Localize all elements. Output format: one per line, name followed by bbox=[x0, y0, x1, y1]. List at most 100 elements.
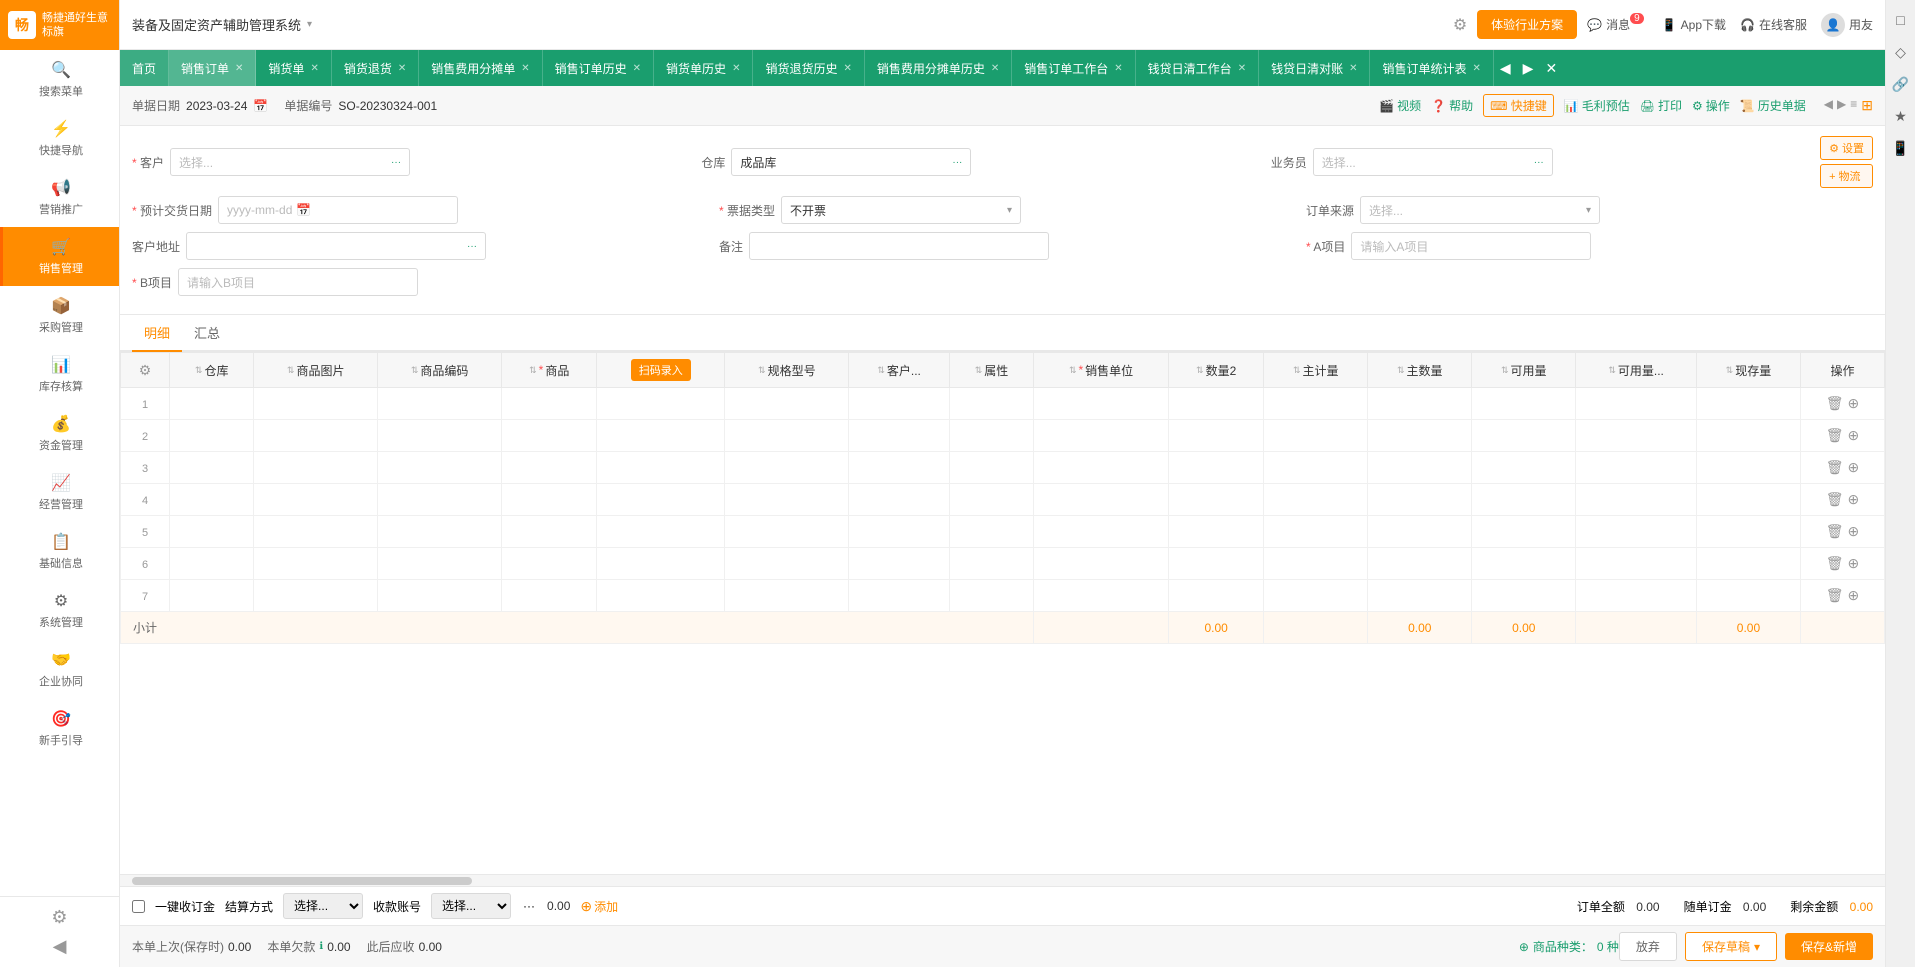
tab-close-icon[interactable]: ✕ bbox=[991, 63, 999, 74]
delete-row-btn[interactable]: 🗑 bbox=[1826, 523, 1844, 540]
copy-row-btn[interactable]: ⊕ bbox=[1848, 491, 1860, 508]
copy-row-btn[interactable]: ⊕ bbox=[1848, 555, 1860, 572]
nav-prev-btn[interactable]: ◀ bbox=[1824, 97, 1833, 114]
balance-info-icon[interactable]: ℹ bbox=[319, 941, 323, 952]
topbar-dropdown-icon[interactable]: ▾ bbox=[307, 19, 312, 30]
col-header-settings[interactable]: ⚙ bbox=[121, 353, 170, 388]
a-project-input[interactable]: 请输入A项目 bbox=[1351, 232, 1591, 260]
sidebar-item-资金管理[interactable]: 💰资金管理 bbox=[0, 404, 119, 463]
tab-close-icon[interactable]: ✕ bbox=[633, 63, 641, 74]
sidebar-item-采购管理[interactable]: 📦采购管理 bbox=[0, 286, 119, 345]
sidebar-item-系统管理[interactable]: ⚙系统管理 bbox=[0, 581, 119, 640]
nav-next-btn[interactable]: ▶ bbox=[1837, 97, 1846, 114]
sort-icon[interactable]: ⇅ bbox=[1726, 365, 1734, 376]
salesperson-input[interactable]: 选择... ··· bbox=[1313, 148, 1553, 176]
tab-nav-prev[interactable]: ◀ bbox=[1494, 60, 1517, 77]
video-btn[interactable]: 🎬视频 bbox=[1379, 97, 1421, 114]
settings-side-btn[interactable]: ⚙ 设置 bbox=[1820, 136, 1873, 160]
quick-payment-checkbox[interactable] bbox=[132, 900, 145, 913]
sort-icon[interactable]: ⇅ bbox=[1069, 365, 1077, 376]
topbar-gear-icon[interactable]: ⚙ bbox=[1453, 15, 1467, 35]
sidebar-item-营销推广[interactable]: 📢营销推广 bbox=[0, 168, 119, 227]
sidebar-item-新手引导[interactable]: 🎯新手引导 bbox=[0, 699, 119, 758]
warehouse-input[interactable]: 成品库 ··· bbox=[731, 148, 971, 176]
sidebar-settings-btn[interactable]: ⚙ bbox=[51, 907, 67, 928]
right-panel-btn-3[interactable]: 🔗 bbox=[1889, 72, 1913, 96]
cell-operations[interactable]: 🗑⊕ bbox=[1800, 548, 1884, 580]
col-settings-icon[interactable]: ⚙ bbox=[139, 362, 152, 378]
cell-operations[interactable]: 🗑⊕ bbox=[1800, 388, 1884, 420]
tab-4[interactable]: 销售费用分摊单✕ bbox=[419, 50, 542, 86]
sort-icon[interactable]: ⇅ bbox=[287, 365, 295, 376]
date-calendar-icon[interactable]: 📅 bbox=[253, 99, 268, 113]
sidebar-item-经营管理[interactable]: 📈经营管理 bbox=[0, 463, 119, 522]
cell-operations[interactable]: 🗑⊕ bbox=[1800, 484, 1884, 516]
tab-11[interactable]: 钱贷日清对账✕ bbox=[1259, 50, 1370, 86]
sort-icon[interactable]: ⇅ bbox=[1608, 365, 1616, 376]
tab-6[interactable]: 销货单历史✕ bbox=[654, 50, 753, 86]
list-view-btn[interactable]: ≡ bbox=[1850, 97, 1857, 114]
bank-select[interactable]: 选择... bbox=[431, 893, 511, 919]
operations-btn[interactable]: ⚙操作 bbox=[1692, 97, 1730, 114]
sort-icon[interactable]: ⇅ bbox=[1397, 365, 1405, 376]
tab-close-icon[interactable]: ✕ bbox=[521, 63, 529, 74]
scan-btn[interactable]: 扫码录入 bbox=[631, 359, 691, 381]
sort-icon[interactable]: ⇅ bbox=[1196, 365, 1204, 376]
sort-icon[interactable]: ⇅ bbox=[529, 365, 537, 376]
col-header-scan[interactable]: 扫码录入 bbox=[597, 353, 725, 388]
app-download-btn[interactable]: 📱 App下载 bbox=[1662, 16, 1726, 33]
delete-row-btn[interactable]: 🗑 bbox=[1826, 459, 1844, 476]
sort-icon[interactable]: ⇅ bbox=[1293, 365, 1301, 376]
detail-tab-汇总[interactable]: 汇总 bbox=[182, 315, 232, 352]
notifications-btn[interactable]: 💬 消息 9 bbox=[1587, 16, 1648, 33]
copy-row-btn[interactable]: ⊕ bbox=[1848, 523, 1860, 540]
sidebar-collapse-btn[interactable]: ◀ bbox=[53, 936, 67, 957]
cell-operations[interactable]: 🗑⊕ bbox=[1800, 516, 1884, 548]
logistics-side-btn[interactable]: + 物流 bbox=[1820, 164, 1873, 188]
tab-1[interactable]: 销售订单✕ bbox=[169, 50, 256, 86]
tab-close-icon[interactable]: ✕ bbox=[843, 63, 851, 74]
delete-row-btn[interactable]: 🗑 bbox=[1826, 395, 1844, 412]
save-draft-arrow[interactable]: ▾ bbox=[1754, 940, 1760, 954]
customer-input[interactable]: 选择... ··· bbox=[170, 148, 410, 176]
save-draft-btn[interactable]: 保存草稿 ▾ bbox=[1685, 932, 1777, 961]
tab-close-icon[interactable]: ✕ bbox=[235, 63, 243, 74]
tab-0[interactable]: 首页 bbox=[120, 50, 169, 86]
order-source-input[interactable]: 选择... ▾ bbox=[1360, 196, 1600, 224]
cell-operations[interactable]: 🗑⊕ bbox=[1800, 420, 1884, 452]
copy-row-btn[interactable]: ⊕ bbox=[1848, 587, 1860, 604]
delete-row-btn[interactable]: 🗑 bbox=[1826, 555, 1844, 572]
help-btn[interactable]: ❓帮助 bbox=[1431, 97, 1473, 114]
copy-row-btn[interactable]: ⊕ bbox=[1848, 459, 1860, 476]
customer-address-input[interactable]: ··· bbox=[186, 232, 486, 260]
tab-close-icon[interactable]: ✕ bbox=[732, 63, 740, 74]
sidebar-item-库存核算[interactable]: 📊库存核算 bbox=[0, 345, 119, 404]
horizontal-scrollbar[interactable] bbox=[120, 874, 1885, 886]
tab-close-all[interactable]: ✕ bbox=[1539, 60, 1563, 77]
tab-close-icon[interactable]: ✕ bbox=[310, 63, 318, 74]
tab-close-icon[interactable]: ✕ bbox=[1114, 63, 1122, 74]
tab-nav-next[interactable]: ▶ bbox=[1517, 60, 1540, 77]
sidebar-item-基础信息[interactable]: 📋基础信息 bbox=[0, 522, 119, 581]
notes-input[interactable] bbox=[749, 232, 1049, 260]
tab-7[interactable]: 销货退货历史✕ bbox=[753, 50, 864, 86]
sort-icon[interactable]: ⇅ bbox=[758, 365, 766, 376]
tab-2[interactable]: 销货单✕ bbox=[256, 50, 331, 86]
tab-3[interactable]: 销货退货✕ bbox=[332, 50, 419, 86]
add-payment-btn[interactable]: ⊕ 添加 bbox=[580, 898, 618, 915]
tab-9[interactable]: 销售订单工作台✕ bbox=[1012, 50, 1135, 86]
delete-row-btn[interactable]: 🗑 bbox=[1826, 587, 1844, 604]
tab-12[interactable]: 销售订单统计表✕ bbox=[1370, 50, 1493, 86]
save-new-btn[interactable]: 保存&新增 bbox=[1785, 933, 1873, 960]
delivery-date-input[interactable]: yyyy-mm-dd 📅 bbox=[218, 196, 458, 224]
sort-icon[interactable]: ⇅ bbox=[195, 365, 203, 376]
sort-icon[interactable]: ⇅ bbox=[1501, 365, 1509, 376]
sort-icon[interactable]: ⇅ bbox=[411, 365, 419, 376]
copy-row-btn[interactable]: ⊕ bbox=[1848, 395, 1860, 412]
discard-btn[interactable]: 放弃 bbox=[1619, 932, 1677, 961]
sort-icon[interactable]: ⇅ bbox=[877, 365, 885, 376]
sidebar-item-销售管理[interactable]: 🛒销售管理 bbox=[0, 227, 119, 286]
right-panel-btn-5[interactable]: 📱 bbox=[1889, 136, 1913, 160]
tab-close-icon[interactable]: ✕ bbox=[1349, 63, 1357, 74]
right-panel-btn-4[interactable]: ★ bbox=[1889, 104, 1913, 128]
